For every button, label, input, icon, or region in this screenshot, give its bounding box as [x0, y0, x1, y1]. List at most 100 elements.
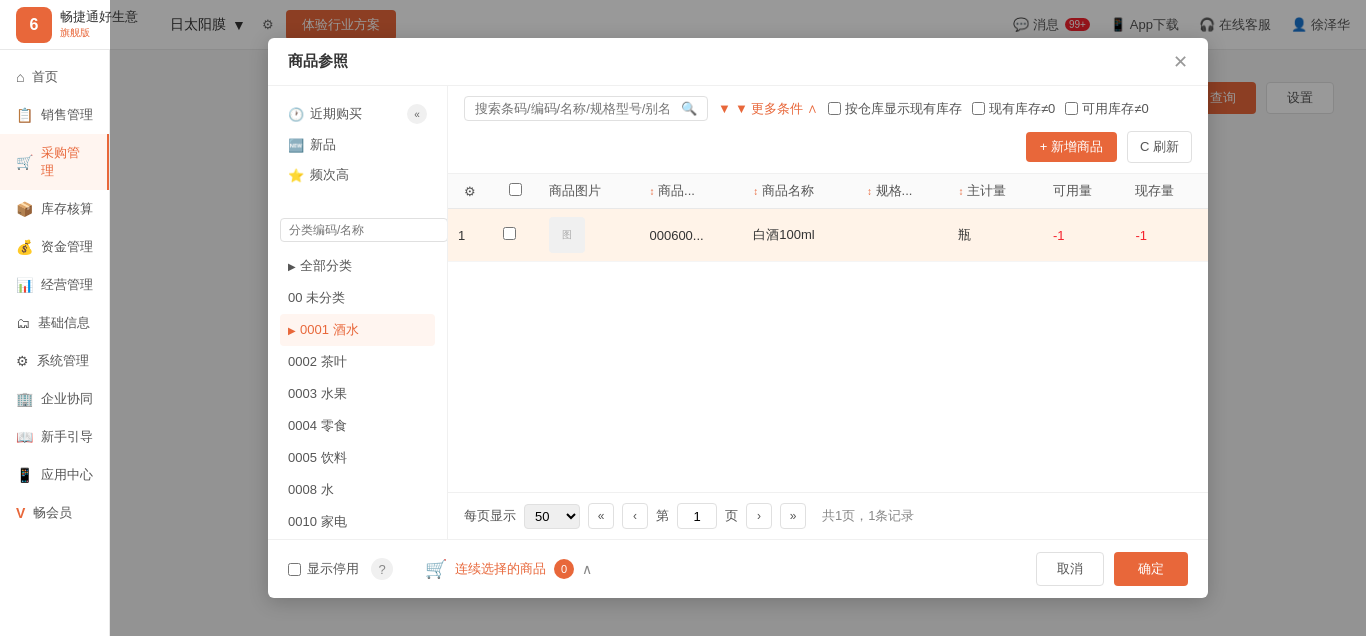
arrow-icon: ▶	[288, 261, 296, 272]
category-list: ▶ 全部分类 00 未分类 ▶ 0001 酒水 0002 茶	[268, 250, 447, 538]
cancel-button[interactable]: 取消	[1036, 552, 1104, 586]
checkbox-available-nonzero[interactable]: 可用库存≠0	[1065, 100, 1148, 118]
checkbox-stock-nonzero[interactable]: 现有库存≠0	[972, 100, 1055, 118]
col-check	[493, 174, 539, 209]
page-number-input[interactable]	[677, 503, 717, 529]
row-image-cell: 图	[539, 209, 640, 262]
row-checkbox[interactable]	[503, 227, 516, 240]
first-page-button[interactable]: «	[588, 503, 614, 529]
row-spec	[857, 209, 948, 262]
show-disabled-label[interactable]: 显示停用	[288, 560, 359, 578]
cat-item-00[interactable]: 00 未分类	[280, 282, 435, 314]
sidebar-item-guide[interactable]: 📖 新手引导	[0, 418, 109, 456]
refresh-button[interactable]: C 刷新	[1127, 131, 1192, 163]
row-code: 000600...	[639, 209, 743, 262]
cat-item-0010[interactable]: 0010 家电	[280, 506, 435, 538]
add-product-button[interactable]: + 新增商品	[1026, 132, 1117, 162]
col-spec[interactable]: ↕ 规格...	[857, 174, 948, 209]
footer-cart[interactable]: 🛒 连续选择的商品 0 ∧	[425, 558, 592, 580]
filter-new[interactable]: 🆕 新品	[280, 130, 435, 160]
sidebar-item-purchase[interactable]: 🛒 采购管理	[0, 134, 109, 190]
more-filter-button[interactable]: ▼ ▼ 更多条件 ∧	[718, 100, 818, 118]
sidebar-item-vip[interactable]: V 畅会员	[0, 494, 109, 532]
stock-nonzero-checkbox[interactable]	[972, 102, 985, 115]
sidebar-item-enterprise[interactable]: 🏢 企业协同	[0, 380, 109, 418]
col-stock: 现存量	[1125, 174, 1208, 209]
category-search-input[interactable]	[280, 218, 448, 242]
guide-icon: 📖	[16, 429, 33, 445]
collapse-button[interactable]: «	[407, 104, 427, 124]
footer-actions: 取消 确定	[1036, 552, 1188, 586]
cat-item-0004[interactable]: 0004 零食	[280, 410, 435, 442]
system-icon: ⚙	[16, 353, 29, 369]
show-disabled-checkbox[interactable]	[288, 563, 301, 576]
product-search-modal: 商品参照 ✕ 🕐 近期购买 « �	[268, 38, 1208, 598]
cat-item-0002[interactable]: 0002 茶叶	[280, 346, 435, 378]
modal-close-button[interactable]: ✕	[1173, 53, 1188, 71]
col-settings[interactable]: ⚙	[448, 174, 493, 209]
confirm-button[interactable]: 确定	[1114, 552, 1188, 586]
cat-item-0005[interactable]: 0005 饮料	[280, 442, 435, 474]
table-row[interactable]: 1 图 000600... 白酒100ml 瓶	[448, 209, 1208, 262]
sidebar-item-home[interactable]: ⌂ 首页	[0, 58, 109, 96]
row-unit: 瓶	[948, 209, 1043, 262]
available-nonzero-checkbox[interactable]	[1065, 102, 1078, 115]
cat-item-all[interactable]: ▶ 全部分类	[280, 250, 435, 282]
new-icon: 🆕	[288, 138, 304, 153]
row-stock: -1	[1125, 209, 1208, 262]
col-image: 商品图片	[539, 174, 640, 209]
sidebar-item-system[interactable]: ⚙ 系统管理	[0, 342, 109, 380]
sidebar-item-finance[interactable]: 💰 资金管理	[0, 228, 109, 266]
filter-recent[interactable]: 🕐 近期购买 «	[280, 98, 435, 130]
filter-icon: ▼	[718, 101, 731, 116]
warehouse-checkbox[interactable]	[828, 102, 841, 115]
page-label: 第	[656, 507, 669, 525]
table-settings-icon[interactable]: ⚙	[464, 184, 476, 199]
product-data-table: ⚙ 商品图片 ↕ 商品... ↕ 商品名称 ↕ 规格... ↕ 主计量 可用量	[448, 174, 1208, 262]
frequent-icon: ⭐	[288, 168, 304, 183]
expand-icon[interactable]: ∧	[582, 561, 592, 577]
product-search-input[interactable]	[475, 101, 675, 116]
product-panel: 🔍 ▼ ▼ 更多条件 ∧ 按仓库显示现有库存	[448, 86, 1208, 539]
operations-icon: 📊	[16, 277, 33, 293]
cart-icon: 🛒	[425, 558, 447, 580]
purchase-icon: 🛒	[16, 154, 33, 170]
sales-icon: 📋	[16, 107, 33, 123]
select-all-checkbox[interactable]	[509, 183, 522, 196]
sidebar-item-basic[interactable]: 🗂 基础信息	[0, 304, 109, 342]
row-name: 白酒100ml	[743, 209, 857, 262]
product-table: ⚙ 商品图片 ↕ 商品... ↕ 商品名称 ↕ 规格... ↕ 主计量 可用量	[448, 174, 1208, 492]
quick-filters: 🕐 近期购买 « 🆕 新品 ⭐ 频次高	[268, 98, 447, 190]
category-search: 🔍	[280, 218, 435, 242]
cart-count-badge: 0	[554, 559, 574, 579]
product-search-bar: 🔍	[464, 96, 708, 121]
cat-item-0001[interactable]: ▶ 0001 酒水	[280, 314, 435, 346]
cat-item-0008[interactable]: 0008 水	[280, 474, 435, 506]
cat-item-0003[interactable]: 0003 水果	[280, 378, 435, 410]
help-icon[interactable]: ?	[371, 558, 393, 580]
filter-frequent[interactable]: ⭐ 频次高	[280, 160, 435, 190]
main-content: 查询 设置 商品参照 ✕ 🕐	[110, 50, 1366, 636]
sidebar-item-app[interactable]: 📱 应用中心	[0, 456, 109, 494]
page-size-select[interactable]: 10 20 50 100	[524, 504, 580, 529]
finance-icon: 💰	[16, 239, 33, 255]
basic-icon: 🗂	[16, 315, 30, 331]
next-page-button[interactable]: ›	[746, 503, 772, 529]
col-name[interactable]: ↕ 商品名称	[743, 174, 857, 209]
row-num: 1	[448, 209, 493, 262]
col-code[interactable]: ↕ 商品...	[639, 174, 743, 209]
sidebar-item-operations[interactable]: 📊 经营管理	[0, 266, 109, 304]
inventory-icon: 📦	[16, 201, 33, 217]
last-page-button[interactable]: »	[780, 503, 806, 529]
prev-page-button[interactable]: ‹	[622, 503, 648, 529]
active-arrow-icon: ▶	[288, 325, 296, 336]
sidebar-item-inventory[interactable]: 📦 库存核算	[0, 190, 109, 228]
sidebar-item-sales[interactable]: 📋 销售管理	[0, 96, 109, 134]
checkbox-warehouse[interactable]: 按仓库显示现有库存	[828, 100, 962, 118]
pagination-bar: 每页显示 10 20 50 100 « ‹ 第 页	[448, 492, 1208, 539]
col-unit[interactable]: ↕ 主计量	[948, 174, 1043, 209]
search-bar-icon[interactable]: 🔍	[681, 101, 697, 116]
modal-title: 商品参照	[288, 52, 348, 71]
page-size-label: 每页显示	[464, 507, 516, 525]
layout: ⌂ 首页 📋 销售管理 🛒 采购管理 📦 库存核算 💰 资金管理 📊 经营管理 …	[0, 50, 1366, 636]
